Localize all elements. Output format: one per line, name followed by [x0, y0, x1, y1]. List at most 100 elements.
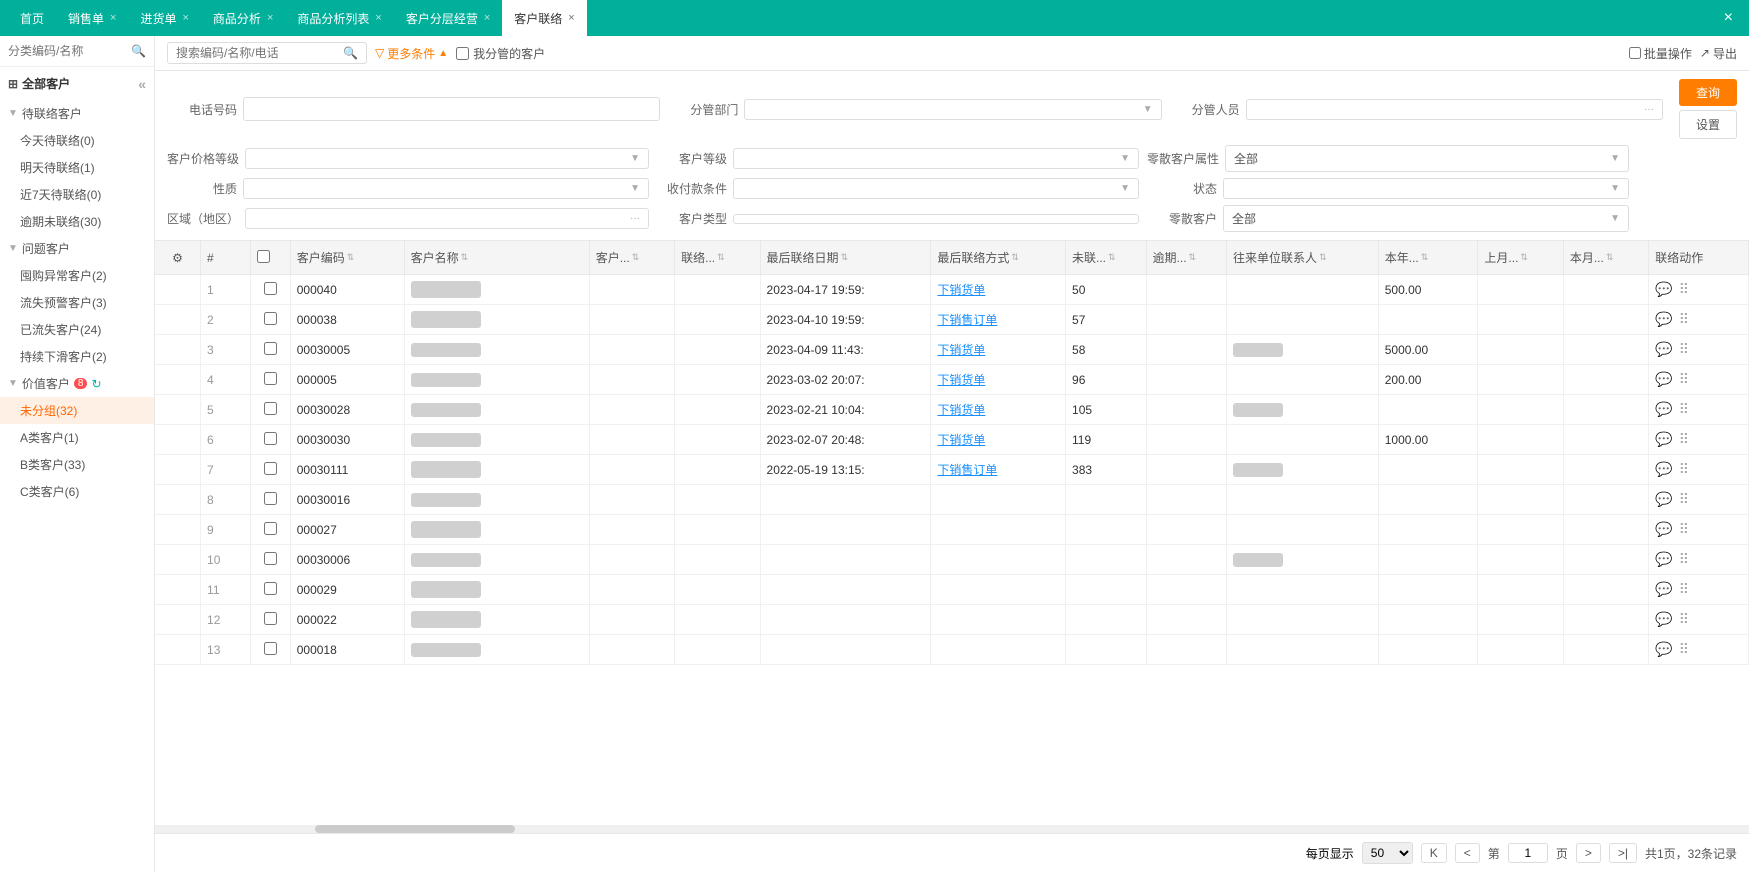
col-code[interactable]: 客户编码⇅ [290, 241, 404, 275]
per-page-select[interactable]: 50 100 [1362, 842, 1413, 864]
more-actions-icon[interactable]: ⠿ [1679, 491, 1689, 508]
close-product-tab[interactable]: × [267, 12, 273, 24]
customer-level-select[interactable]: ▼ [733, 148, 1139, 169]
nav-purchase[interactable]: 进货单 × [128, 0, 200, 36]
close-customer-contact-tab[interactable]: × [568, 12, 574, 24]
sidebar-item-churned[interactable]: 已流失客户(24) [0, 316, 154, 343]
nav-product-analysis[interactable]: 商品分析 × [201, 0, 285, 36]
scrollbar-thumb[interactable] [315, 825, 515, 833]
window-close-button[interactable]: × [1716, 9, 1741, 27]
col-lastdate[interactable]: 最后联络日期⇅ [760, 241, 931, 275]
call-icon[interactable]: 💬 [1655, 281, 1672, 298]
close-purchase-tab[interactable]: × [182, 12, 188, 24]
sidebar-item-class-a[interactable]: A类客户(1) [0, 424, 154, 451]
call-icon[interactable]: 💬 [1655, 551, 1672, 568]
more-actions-icon[interactable]: ⠿ [1679, 641, 1689, 658]
last-contact-way-link[interactable]: 下销货单 [937, 433, 985, 447]
col-type[interactable]: 客户...⇅ [589, 241, 674, 275]
sidebar-item-overdue-pending[interactable]: 逾期未联络(30) [0, 208, 154, 235]
last-contact-way-link[interactable]: 下销售订单 [937, 313, 997, 327]
problem-customer-section[interactable]: ▼ 问题客户 [0, 235, 154, 262]
more-actions-icon[interactable]: ⠿ [1679, 281, 1689, 298]
row-checkbox[interactable] [264, 582, 277, 595]
more-actions-icon[interactable]: ⠿ [1679, 431, 1689, 448]
last-contact-way-link[interactable]: 下销货单 [937, 373, 985, 387]
more-actions-icon[interactable]: ⠿ [1679, 551, 1689, 568]
select-all-checkbox[interactable] [257, 250, 270, 263]
my-customer-check[interactable] [456, 47, 469, 60]
call-icon[interactable]: 💬 [1655, 461, 1672, 478]
phone-input[interactable] [243, 97, 660, 121]
sidebar-item-today-pending[interactable]: 今天待联络(0) [0, 127, 154, 154]
row-checkbox[interactable] [264, 522, 277, 535]
nature-select[interactable]: ▼ [243, 178, 649, 199]
page-number-input[interactable] [1508, 843, 1548, 863]
batch-check[interactable] [1629, 47, 1641, 59]
row-checkbox[interactable] [264, 342, 277, 355]
last-contact-way-link[interactable]: 下销货单 [937, 403, 985, 417]
close-sales-tab[interactable]: × [110, 12, 116, 24]
sidebar-item-declining[interactable]: 持续下滑客户(2) [0, 343, 154, 370]
sidebar-item-abnormal[interactable]: 囤购异常客户(2) [0, 262, 154, 289]
horizontal-scrollbar[interactable] [155, 825, 1749, 833]
col-settings[interactable]: ⚙ [155, 241, 201, 275]
row-checkbox[interactable] [264, 612, 277, 625]
last-contact-way-link[interactable]: 下销货单 [937, 343, 985, 357]
last-contact-way-link[interactable]: 下销售订单 [937, 463, 997, 477]
col-thisyear[interactable]: 本年...⇅ [1378, 241, 1478, 275]
row-checkbox[interactable] [264, 432, 277, 445]
nav-customer-layer[interactable]: 客户分层经营 × [394, 0, 502, 36]
reset-button[interactable]: 设置 [1679, 110, 1737, 139]
next-page-btn[interactable]: > [1576, 843, 1601, 863]
sidebar-item-unassigned[interactable]: 未分组(32) [0, 397, 154, 424]
call-icon[interactable]: 💬 [1655, 341, 1672, 358]
col-thismonth[interactable]: 本月...⇅ [1563, 241, 1648, 275]
price-level-select[interactable]: ▼ [245, 148, 649, 169]
call-icon[interactable]: 💬 [1655, 611, 1672, 628]
last-contact-way-link[interactable]: 下销货单 [937, 283, 985, 297]
nav-sales[interactable]: 销售单 × [56, 0, 128, 36]
payment-select[interactable]: ▼ [733, 178, 1139, 199]
last-page-btn[interactable]: >| [1609, 843, 1637, 863]
more-conditions-btn[interactable]: ▽ 更多条件 ▲ [375, 45, 448, 62]
row-checkbox[interactable] [264, 372, 277, 385]
col-name[interactable]: 客户名称⇅ [404, 241, 589, 275]
category-search-input[interactable] [8, 44, 127, 58]
row-checkbox[interactable] [264, 402, 277, 415]
col-nocontact[interactable]: 未联...⇅ [1066, 241, 1147, 275]
col-contact[interactable]: 联络...⇅ [675, 241, 760, 275]
region-select[interactable]: ··· [245, 208, 649, 229]
row-checkbox[interactable] [264, 642, 277, 655]
more-actions-icon[interactable]: ⠿ [1679, 311, 1689, 328]
customer-type-select[interactable] [733, 214, 1139, 224]
dept-select[interactable]: ▼ [744, 99, 1161, 120]
col-unitcontact[interactable]: 往来单位联系人⇅ [1227, 241, 1379, 275]
first-page-btn[interactable]: K [1421, 843, 1447, 863]
export-btn[interactable]: ↗ 导出 [1700, 45, 1737, 62]
scatter-customer-select[interactable]: 全部 ▼ [1223, 205, 1629, 232]
search-box[interactable]: 🔍 [167, 42, 367, 64]
sidebar-item-churn-warning[interactable]: 流失预警客户(3) [0, 289, 154, 316]
row-checkbox[interactable] [264, 282, 277, 295]
more-actions-icon[interactable]: ⠿ [1679, 341, 1689, 358]
row-checkbox[interactable] [264, 312, 277, 325]
sidebar-item-tomorrow-pending[interactable]: 明天待联络(1) [0, 154, 154, 181]
sidebar-item-class-c[interactable]: C类客户(6) [0, 478, 154, 505]
sidebar-item-class-b[interactable]: B类客户(33) [0, 451, 154, 478]
row-checkbox[interactable] [264, 552, 277, 565]
call-icon[interactable]: 💬 [1655, 521, 1672, 538]
query-button[interactable]: 查询 [1679, 79, 1737, 106]
sidebar-item-7day-pending[interactable]: 近7天待联络(0) [0, 181, 154, 208]
row-checkbox[interactable] [264, 492, 277, 505]
call-icon[interactable]: 💬 [1655, 371, 1672, 388]
col-lastmonth[interactable]: 上月...⇅ [1478, 241, 1563, 275]
pending-contact-section[interactable]: ▼ 待联络客户 [0, 100, 154, 127]
call-icon[interactable]: 💬 [1655, 311, 1672, 328]
more-actions-icon[interactable]: ⠿ [1679, 461, 1689, 478]
nav-product-list[interactable]: 商品分析列表 × [285, 0, 393, 36]
all-customers-title[interactable]: ⊞ 全部客户 « [0, 67, 154, 100]
refresh-icon[interactable]: ↻ [91, 377, 101, 391]
more-actions-icon[interactable]: ⠿ [1679, 521, 1689, 538]
more-actions-icon[interactable]: ⠿ [1679, 581, 1689, 598]
call-icon[interactable]: 💬 [1655, 581, 1672, 598]
